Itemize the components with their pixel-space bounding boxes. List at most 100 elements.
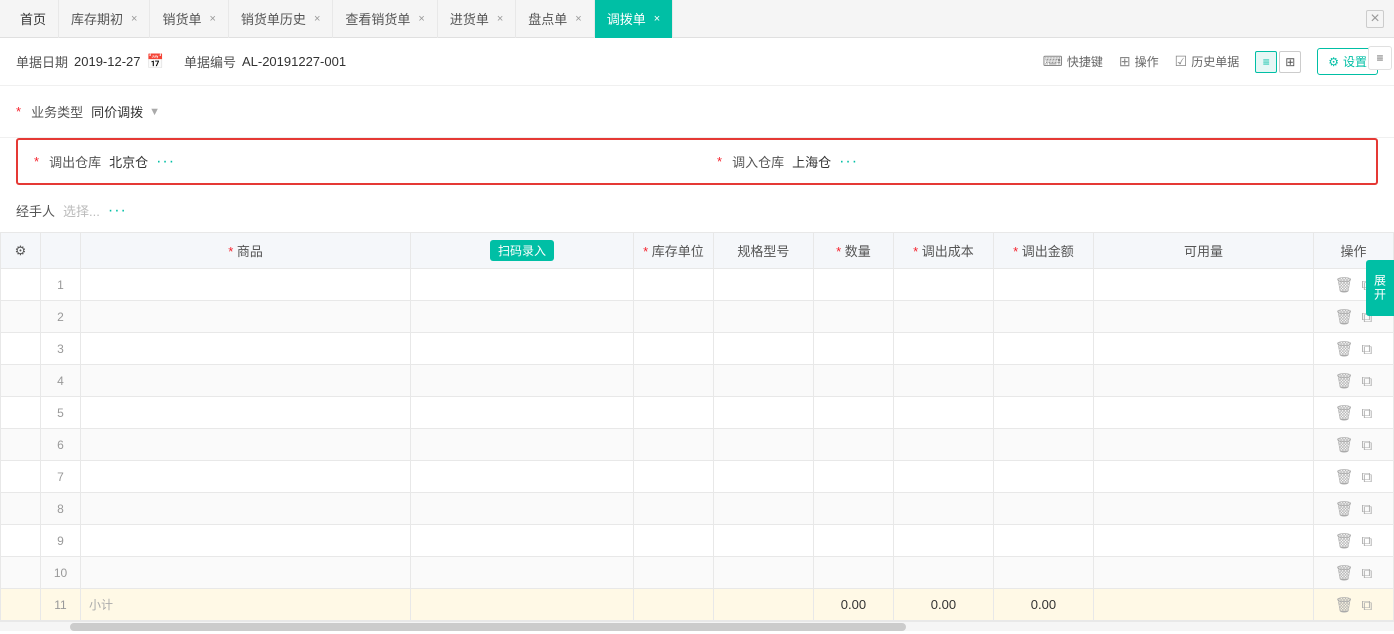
row-copy-icon[interactable]: ⧉	[1361, 533, 1372, 550]
row-qty[interactable]	[813, 557, 893, 589]
row-cost[interactable]	[893, 557, 993, 589]
row-unit[interactable]	[633, 557, 713, 589]
row-delete-icon[interactable]: 🗑	[1335, 405, 1354, 422]
calendar-icon[interactable]: 📅	[147, 53, 164, 70]
tab-transfer-close[interactable]: ×	[654, 13, 660, 25]
tab-sales-order[interactable]: 销货单 ×	[150, 0, 228, 38]
row-goods[interactable]	[81, 429, 411, 461]
row-amount[interactable]	[993, 333, 1093, 365]
row-copy-icon[interactable]: ⧉	[1361, 565, 1372, 582]
row-amount[interactable]	[993, 429, 1093, 461]
row-unit[interactable]	[633, 333, 713, 365]
tab-inventory-init-close[interactable]: ×	[131, 13, 137, 25]
tab-inventory-init[interactable]: 库存期初 ×	[59, 0, 150, 38]
row-delete-icon[interactable]: 🗑	[1335, 501, 1354, 518]
business-type-select[interactable]: 同价调拨 ▼	[91, 102, 211, 121]
row-unit[interactable]	[633, 301, 713, 333]
row-amount[interactable]	[993, 461, 1093, 493]
row-spec[interactable]	[713, 333, 813, 365]
row-unit[interactable]	[633, 461, 713, 493]
row-copy-icon[interactable]: ⧉	[1361, 405, 1372, 422]
layout-btn-list[interactable]: ≡	[1255, 51, 1277, 73]
out-warehouse-more[interactable]: ···	[156, 153, 175, 171]
row-qty[interactable]	[813, 461, 893, 493]
row-delete-icon[interactable]: 🗑	[1335, 309, 1354, 326]
bottom-scrollbar[interactable]	[0, 621, 1394, 631]
row-unit[interactable]	[633, 429, 713, 461]
tab-transfer[interactable]: 调拨单 ×	[595, 0, 673, 38]
row-qty[interactable]	[813, 301, 893, 333]
handler-more[interactable]: ···	[108, 202, 127, 220]
row-spec[interactable]	[713, 301, 813, 333]
row-delete-icon[interactable]: 🗑	[1335, 277, 1354, 294]
row-delete-icon[interactable]: 🗑	[1335, 341, 1354, 358]
in-warehouse-value[interactable]: 上海仓	[792, 152, 831, 171]
row-delete-icon[interactable]: 🗑	[1335, 469, 1354, 486]
row-goods[interactable]	[81, 557, 411, 589]
row-copy-icon[interactable]: ⧉	[1361, 501, 1372, 518]
row-amount[interactable]	[993, 557, 1093, 589]
row-delete-icon[interactable]: 🗑	[1335, 565, 1354, 582]
handler-select[interactable]: 选择...	[63, 201, 100, 220]
row-goods[interactable]	[81, 301, 411, 333]
row-amount[interactable]	[993, 397, 1093, 429]
sidebar-btn-expand[interactable]: 展开	[1366, 260, 1394, 316]
row-delete-icon[interactable]: 🗑	[1335, 533, 1354, 550]
row-copy-icon[interactable]: ⧉	[1361, 437, 1372, 454]
row-cost[interactable]	[893, 493, 993, 525]
row-qty[interactable]	[813, 333, 893, 365]
row-amount[interactable]	[993, 493, 1093, 525]
row-cost[interactable]	[893, 269, 993, 301]
row-unit[interactable]	[633, 525, 713, 557]
row-spec[interactable]	[713, 493, 813, 525]
doc-date-value[interactable]: 2019-12-27	[74, 54, 141, 69]
row-amount[interactable]	[993, 301, 1093, 333]
row-cost[interactable]	[893, 365, 993, 397]
row-amount[interactable]	[993, 365, 1093, 397]
row-spec[interactable]	[713, 461, 813, 493]
row-delete-icon[interactable]: 🗑	[1335, 437, 1354, 454]
row-goods[interactable]	[81, 525, 411, 557]
shortcut-action[interactable]: ⌨ 快捷键	[1043, 53, 1103, 70]
scrollbar-thumb[interactable]	[70, 623, 906, 631]
row-qty[interactable]	[813, 429, 893, 461]
col-header-gear[interactable]: ⚙	[1, 233, 41, 269]
row-unit[interactable]	[633, 269, 713, 301]
history-action[interactable]: ☑ 历史单据	[1175, 53, 1240, 70]
row-spec[interactable]	[713, 397, 813, 429]
row-unit[interactable]	[633, 365, 713, 397]
row-goods[interactable]	[81, 397, 411, 429]
row-goods[interactable]	[81, 493, 411, 525]
row-spec[interactable]	[713, 365, 813, 397]
sidebar-btn-list[interactable]: ≡	[1368, 46, 1392, 70]
row-goods[interactable]	[81, 461, 411, 493]
row-cost[interactable]	[893, 461, 993, 493]
in-warehouse-more[interactable]: ···	[839, 153, 858, 171]
operation-action[interactable]: ⊞ 操作	[1119, 53, 1159, 70]
tab-stocktake-close[interactable]: ×	[575, 13, 581, 25]
row-spec[interactable]	[713, 557, 813, 589]
table-wrapper[interactable]: ⚙ * 商品 扫码录入 * 库存单位 规格型号	[0, 232, 1394, 621]
row-goods[interactable]	[81, 365, 411, 397]
subtotal-copy-icon[interactable]: ⧉	[1361, 597, 1372, 614]
dropdown-arrow-business[interactable]: ▼	[149, 106, 160, 118]
row-amount[interactable]	[993, 525, 1093, 557]
row-qty[interactable]	[813, 269, 893, 301]
tab-sales-history-close[interactable]: ×	[314, 13, 320, 25]
row-qty[interactable]	[813, 365, 893, 397]
row-qty[interactable]	[813, 397, 893, 429]
row-spec[interactable]	[713, 525, 813, 557]
row-delete-icon[interactable]: 🗑	[1335, 373, 1354, 390]
tab-home[interactable]: 首页	[8, 0, 59, 38]
row-cost[interactable]	[893, 301, 993, 333]
row-copy-icon[interactable]: ⧉	[1361, 373, 1372, 390]
row-spec[interactable]	[713, 429, 813, 461]
tab-purchase-order[interactable]: 进货单 ×	[438, 0, 516, 38]
tab-sales-order-close[interactable]: ×	[209, 13, 215, 25]
out-warehouse-value[interactable]: 北京仓	[109, 152, 148, 171]
row-unit[interactable]	[633, 397, 713, 429]
row-spec[interactable]	[713, 269, 813, 301]
row-goods[interactable]	[81, 333, 411, 365]
row-unit[interactable]	[633, 493, 713, 525]
tab-purchase-order-close[interactable]: ×	[497, 13, 503, 25]
